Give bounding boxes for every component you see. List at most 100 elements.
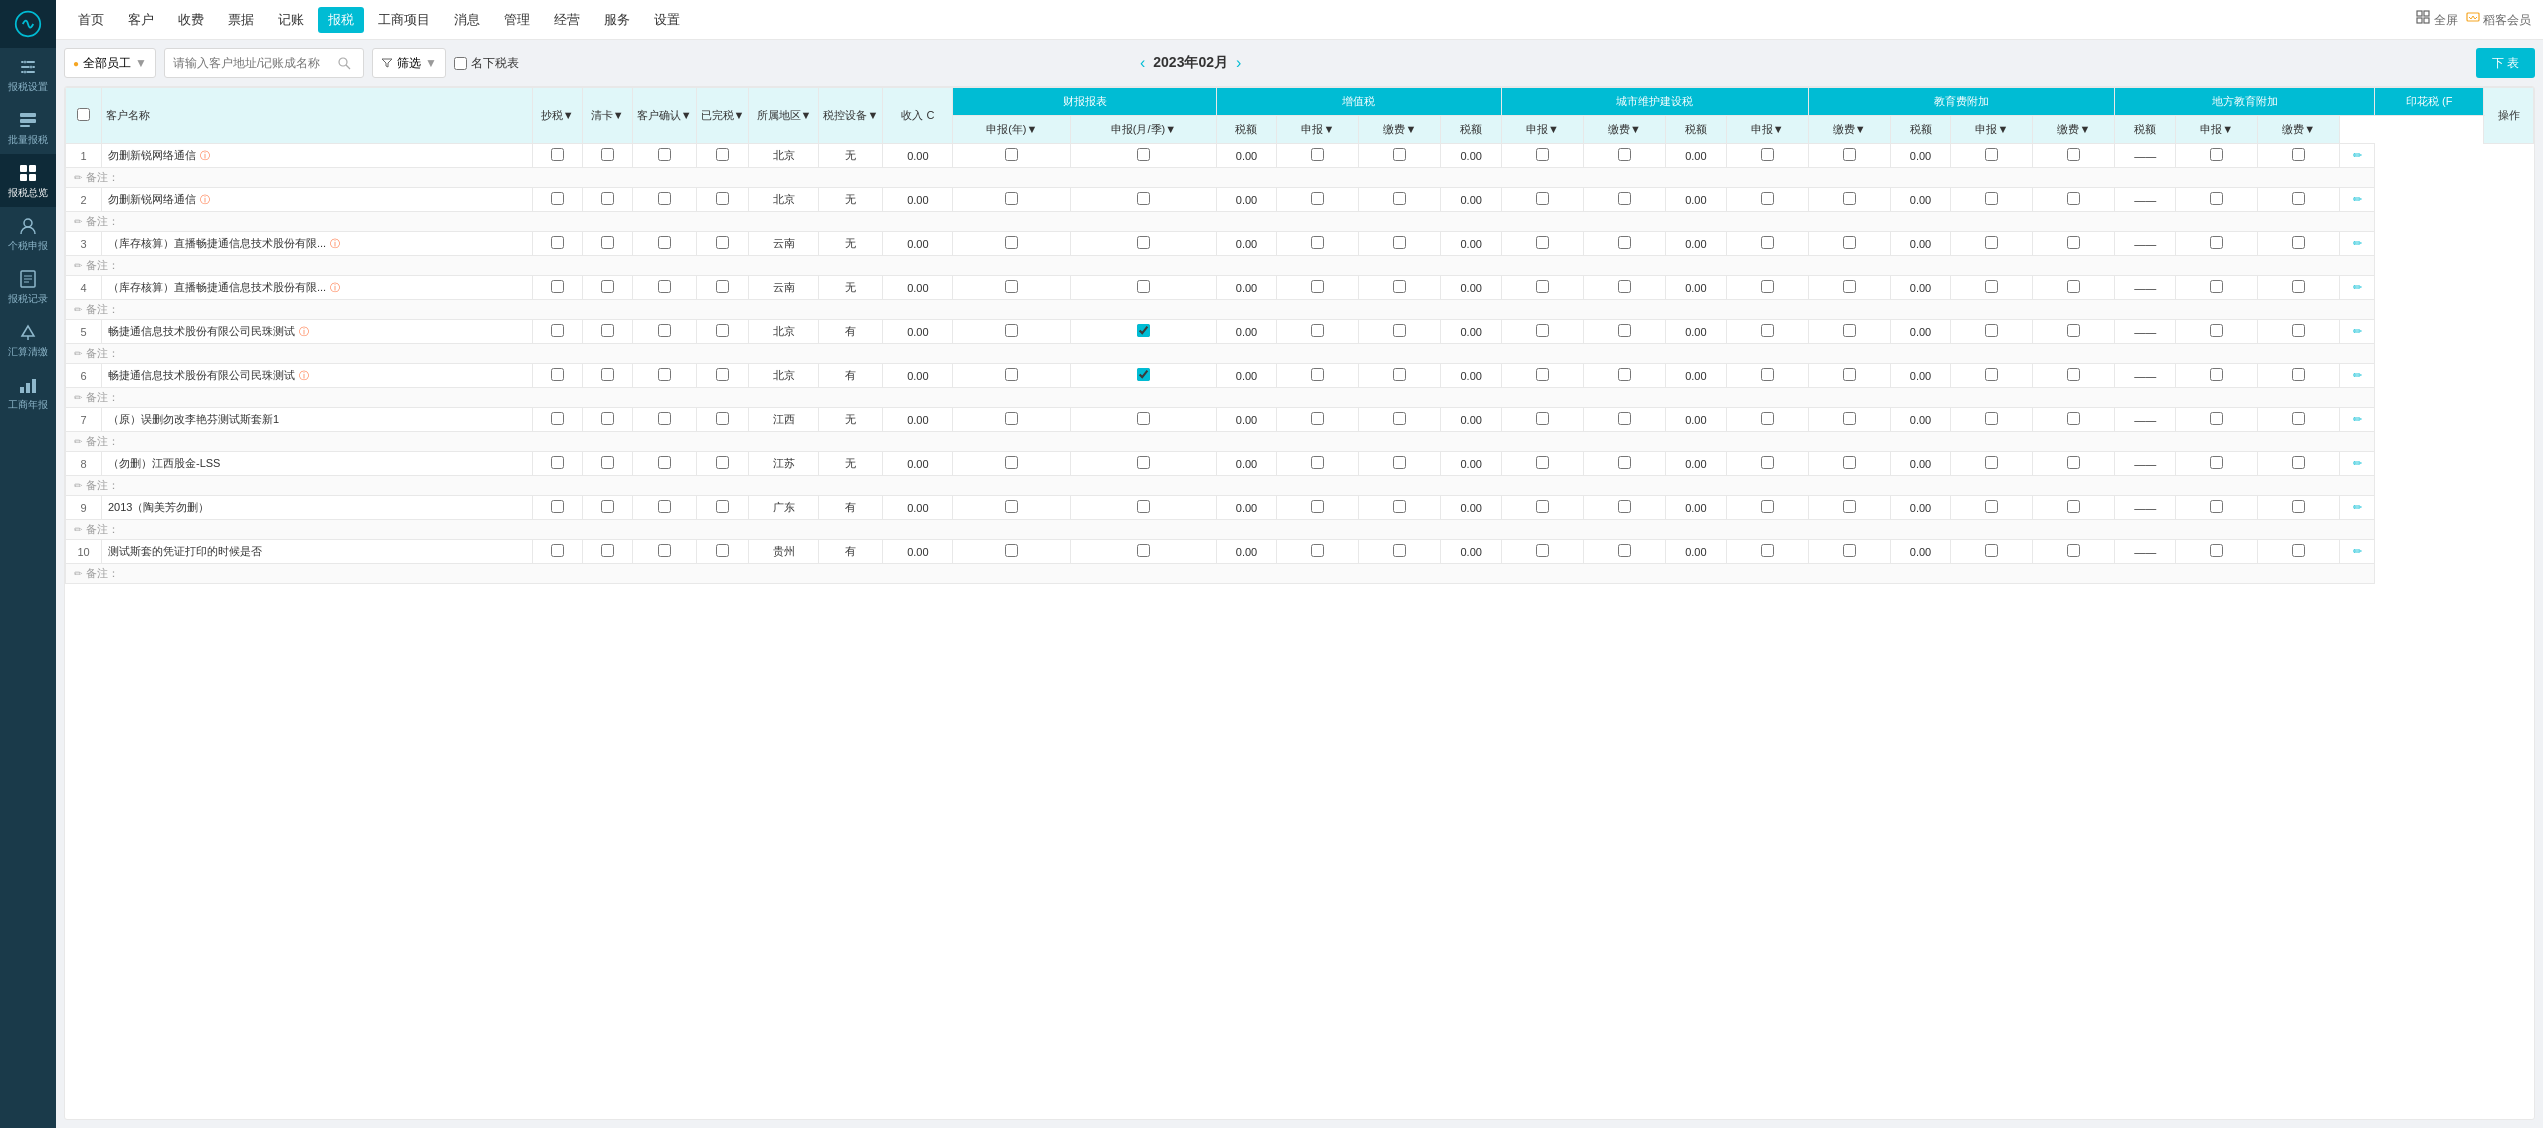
checkbox-cell[interactable] [2033,496,2115,520]
checkbox-cell[interactable] [1584,320,1666,344]
checkbox-cell[interactable] [2258,144,2340,168]
checkbox-cell[interactable] [1277,364,1359,388]
edit-cell[interactable]: ✏ [2340,320,2375,344]
checkbox-cell[interactable] [2033,232,2115,256]
checkbox-cell[interactable] [2176,144,2258,168]
nav-business[interactable]: 工商项目 [368,7,440,33]
checkbox-cell[interactable] [532,452,582,476]
checkbox-cell[interactable] [1726,364,1808,388]
checkbox-cell[interactable] [1726,540,1808,564]
edit-cell[interactable]: ✏ [2340,452,2375,476]
checkbox-cell[interactable] [1359,188,1441,212]
checkbox-cell[interactable] [532,408,582,432]
checkbox-cell[interactable] [532,496,582,520]
checkbox-cell[interactable] [1502,364,1584,388]
checkbox-cell[interactable] [582,188,632,212]
prev-period-btn[interactable]: ‹ [1140,54,1145,72]
checkbox-cell[interactable] [1359,540,1441,564]
checkbox-cell[interactable] [2258,232,2340,256]
checkbox-cell[interactable] [1359,452,1441,476]
checkbox-cell[interactable] [632,144,696,168]
checkbox-cell[interactable] [696,320,749,344]
checkbox-cell[interactable] [1951,188,2033,212]
checkbox-cell[interactable] [696,496,749,520]
checkbox-cell[interactable] [1359,496,1441,520]
checkbox-cell[interactable] [632,496,696,520]
checkbox-cell[interactable] [1726,276,1808,300]
checkbox-cell[interactable] [532,188,582,212]
checkbox-cell[interactable] [696,144,749,168]
checkbox-cell[interactable] [582,320,632,344]
checkbox-cell[interactable] [1071,232,1216,256]
edit-cell[interactable]: ✏ [2340,364,2375,388]
checkbox-cell[interactable] [1502,276,1584,300]
checkbox-cell[interactable] [1277,408,1359,432]
checkbox-cell[interactable] [1359,232,1441,256]
next-period-btn[interactable]: › [1236,54,1241,72]
edit-cell[interactable]: ✏ [2340,232,2375,256]
checkbox-cell[interactable] [953,408,1071,432]
edit-icon[interactable]: ✏ [2353,545,2362,557]
checkbox-cell[interactable] [953,496,1071,520]
checkbox-cell[interactable] [2033,452,2115,476]
checkbox-cell[interactable] [953,276,1071,300]
checkbox-cell[interactable] [1502,232,1584,256]
nav-client[interactable]: 客户 [118,7,164,33]
checkbox-cell[interactable] [2033,540,2115,564]
checkbox-cell[interactable] [1951,320,2033,344]
edit-cell[interactable]: ✏ [2340,540,2375,564]
checkbox-cell[interactable] [1071,452,1216,476]
checkbox-cell[interactable] [582,408,632,432]
checkbox-cell[interactable] [1584,540,1666,564]
checkbox-cell[interactable] [582,496,632,520]
checkbox-cell[interactable] [1502,452,1584,476]
data-table-container[interactable]: 客户名称 抄税▼ 清卡▼ 客户确认▼ 已完税▼ 所属地区▼ 税控设备▼ 收入 C… [64,86,2535,1120]
checkbox-cell[interactable] [1359,364,1441,388]
checkbox-cell[interactable] [1808,232,1890,256]
checkbox-cell[interactable] [2176,276,2258,300]
checkbox-cell[interactable] [532,540,582,564]
checkbox-cell[interactable] [1808,496,1890,520]
checkbox-cell[interactable] [1502,320,1584,344]
sidebar-item-personal-tax[interactable]: 个税申报 [0,207,56,260]
checkbox-cell[interactable] [2033,276,2115,300]
checkbox-cell[interactable] [2033,320,2115,344]
checkbox-cell[interactable] [1277,496,1359,520]
checkbox-cell[interactable] [582,276,632,300]
checkbox-cell[interactable] [1502,144,1584,168]
checkbox-cell[interactable] [1726,188,1808,212]
nav-settings[interactable]: 设置 [644,7,690,33]
checkbox-cell[interactable] [632,364,696,388]
checkbox-cell[interactable] [1071,496,1216,520]
checkbox-cell[interactable] [1951,408,2033,432]
checkbox-cell[interactable] [1808,320,1890,344]
checkbox-cell[interactable] [1071,276,1216,300]
checkbox-cell[interactable] [2176,408,2258,432]
checkbox-cell[interactable] [1808,540,1890,564]
filter-btn[interactable]: 筛选 ▼ [372,48,446,78]
checkbox-cell[interactable] [953,188,1071,212]
checkbox-cell[interactable] [2258,496,2340,520]
checkbox-cell[interactable] [1584,496,1666,520]
checkbox-cell[interactable] [1726,320,1808,344]
checkbox-cell[interactable] [696,540,749,564]
checkbox-cell[interactable] [1584,364,1666,388]
checkbox-cell[interactable] [1584,144,1666,168]
checkbox-cell[interactable] [1726,408,1808,432]
checkbox-cell[interactable] [2033,144,2115,168]
checkbox-cell[interactable] [953,232,1071,256]
checkbox-cell[interactable] [1951,540,2033,564]
edit-icon[interactable]: ✏ [2353,369,2362,381]
search-input[interactable] [173,56,333,70]
checkbox-cell[interactable] [632,540,696,564]
checkbox-cell[interactable] [953,364,1071,388]
checkbox-cell[interactable] [2176,320,2258,344]
edit-icon[interactable]: ✏ [2353,457,2362,469]
checkbox-cell[interactable] [696,232,749,256]
checkbox-cell[interactable] [1277,232,1359,256]
checkbox-cell[interactable] [1584,276,1666,300]
checkbox-cell[interactable] [2033,408,2115,432]
nav-tax[interactable]: 报税 [318,7,364,33]
checkbox-cell[interactable] [1584,408,1666,432]
nav-fee[interactable]: 收费 [168,7,214,33]
